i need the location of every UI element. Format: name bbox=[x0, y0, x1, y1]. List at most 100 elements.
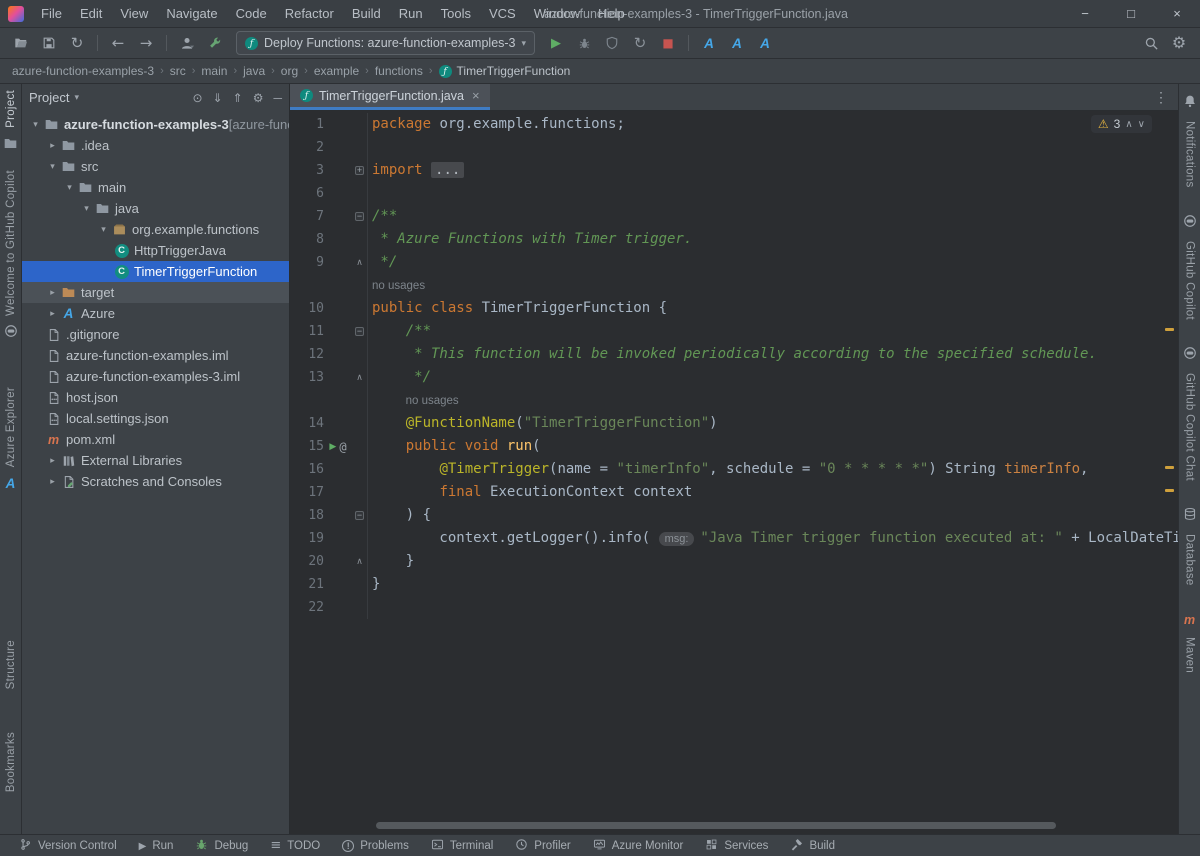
warning-stripe-mark[interactable] bbox=[1165, 328, 1174, 331]
tree-item-src[interactable]: ▾src bbox=[22, 156, 289, 177]
warning-stripe-mark[interactable] bbox=[1165, 466, 1174, 469]
code-line[interactable]: 11− /** bbox=[290, 320, 1178, 343]
chevron-down-icon[interactable]: ▾ bbox=[74, 92, 79, 103]
tool-button-notifications[interactable]: Notifications bbox=[1183, 94, 1197, 188]
tool-button-bookmarks[interactable]: Bookmarks bbox=[5, 732, 17, 792]
statusbar-problems[interactable]: !Problems bbox=[333, 835, 418, 856]
expand-all-icon[interactable]: ⇓ bbox=[213, 91, 223, 105]
menu-tools[interactable]: Tools bbox=[432, 0, 480, 27]
code-line[interactable]: 16 @TimerTrigger(name = "timerInfo", sch… bbox=[290, 458, 1178, 481]
maximize-icon[interactable]: □ bbox=[1108, 0, 1154, 27]
menu-view[interactable]: View bbox=[111, 0, 157, 27]
tree-item-scratches-and-consoles[interactable]: ▸Scratches and Consoles bbox=[22, 471, 289, 492]
fold-collapse-icon[interactable]: − bbox=[355, 511, 364, 520]
chevron-right-icon[interactable]: ▸ bbox=[45, 287, 60, 298]
breadcrumb-item[interactable]: functions bbox=[373, 64, 425, 78]
chevron-down-icon[interactable]: ▾ bbox=[96, 224, 111, 235]
coverage-button[interactable] bbox=[599, 31, 625, 55]
tree-item-azure[interactable]: ▸AAzure bbox=[22, 303, 289, 324]
menu-edit[interactable]: Edit bbox=[71, 0, 111, 27]
code-line[interactable]: 2 bbox=[290, 136, 1178, 159]
play-button[interactable]: ▶ bbox=[543, 31, 569, 55]
fold-marker-icon[interactable]: ∧ bbox=[352, 251, 368, 274]
tree-item-target[interactable]: ▸target bbox=[22, 282, 289, 303]
statusbar-azure-monitor[interactable]: Azure Monitor bbox=[584, 835, 693, 856]
fold-collapse-icon[interactable]: − bbox=[355, 327, 364, 336]
debug-button[interactable] bbox=[571, 31, 597, 55]
breadcrumb-item[interactable]: main bbox=[199, 64, 229, 78]
user-button[interactable] bbox=[174, 31, 200, 55]
code-editor[interactable]: 1package org.example.functions;23+import… bbox=[290, 111, 1178, 834]
code-line[interactable]: 3+import ... bbox=[290, 159, 1178, 182]
statusbar-debug[interactable]: Debug bbox=[186, 835, 257, 856]
breadcrumb-item[interactable]: azure-function-examples-3 bbox=[10, 64, 156, 78]
tree-item--gitignore[interactable]: .gitignore bbox=[22, 324, 289, 345]
azure3-button[interactable]: A bbox=[752, 31, 778, 55]
tool-button-project[interactable]: Project bbox=[3, 90, 18, 156]
code-line[interactable]: 22 bbox=[290, 596, 1178, 619]
fold-marker-icon[interactable]: ∧ bbox=[352, 550, 368, 573]
statusbar-terminal[interactable]: Terminal bbox=[422, 835, 502, 856]
save-button[interactable] bbox=[36, 31, 62, 55]
prev-warning-icon[interactable]: ∧ bbox=[1125, 119, 1132, 130]
code-line[interactable]: 1package org.example.functions; bbox=[290, 113, 1178, 136]
menu-vcs[interactable]: VCS bbox=[480, 0, 525, 27]
run-gutter-icon[interactable]: ▶ bbox=[329, 441, 336, 452]
code-line[interactable]: 7−/** bbox=[290, 205, 1178, 228]
next-warning-icon[interactable]: ∨ bbox=[1138, 119, 1145, 130]
tree-item-azure-function-examples-3-iml[interactable]: azure-function-examples-3.iml bbox=[22, 366, 289, 387]
close-icon[interactable]: × bbox=[472, 88, 480, 103]
code-line[interactable]: 12 * This function will be invoked perio… bbox=[290, 343, 1178, 366]
code-line[interactable]: 15▶@ public void run( bbox=[290, 435, 1178, 458]
chevron-down-icon[interactable]: ▾ bbox=[79, 203, 94, 214]
tool-button-database[interactable]: Database bbox=[1183, 507, 1197, 586]
tree-item-local-settings-json[interactable]: local.settings.json bbox=[22, 408, 289, 429]
close-icon[interactable]: × bbox=[1154, 0, 1200, 27]
breadcrumb-item[interactable]: org bbox=[279, 64, 300, 78]
code-line[interactable]: 8 * Azure Functions with Timer trigger. bbox=[290, 228, 1178, 251]
statusbar-profiler[interactable]: Profiler bbox=[506, 835, 579, 856]
hide-icon[interactable]: ─ bbox=[273, 91, 282, 105]
code-line[interactable]: 14 @FunctionName("TimerTriggerFunction") bbox=[290, 412, 1178, 435]
fold-collapse-icon[interactable]: − bbox=[355, 212, 364, 221]
tool-button-maven[interactable]: mMaven bbox=[1184, 611, 1196, 673]
wrench-button[interactable] bbox=[202, 31, 228, 55]
breadcrumb-item[interactable]: src bbox=[168, 64, 188, 78]
collapse-all-icon[interactable]: ⇑ bbox=[233, 91, 243, 105]
tree-item-azure-function-examples-iml[interactable]: azure-function-examples.iml bbox=[22, 345, 289, 366]
sync-button[interactable]: ↻ bbox=[64, 31, 90, 55]
menu-code[interactable]: Code bbox=[227, 0, 276, 27]
code-line[interactable]: 20∧ } bbox=[290, 550, 1178, 573]
fold-marker-icon[interactable]: − bbox=[352, 320, 368, 343]
tool-button-copilot-welcome[interactable]: Welcome to GitHub Copilot bbox=[4, 170, 18, 343]
tool-button-github-copilot[interactable]: GitHub Copilot bbox=[1183, 214, 1197, 320]
tool-button-github-copilot-chat[interactable]: GitHub Copilot Chat bbox=[1183, 346, 1197, 481]
fold-end-icon[interactable]: ∧ bbox=[356, 556, 363, 567]
fold-marker-icon[interactable]: ∧ bbox=[352, 366, 368, 389]
menu-build[interactable]: Build bbox=[343, 0, 390, 27]
tree-item--idea[interactable]: ▸.idea bbox=[22, 135, 289, 156]
horizontal-scrollbar[interactable] bbox=[376, 822, 1056, 829]
statusbar-run[interactable]: ▶Run bbox=[130, 835, 183, 856]
tree-item-main[interactable]: ▾main bbox=[22, 177, 289, 198]
code-line[interactable]: 17 final ExecutionContext context bbox=[290, 481, 1178, 504]
code-line[interactable]: 18− ) { bbox=[290, 504, 1178, 527]
fold-marker-icon[interactable]: − bbox=[352, 205, 368, 228]
statusbar-build[interactable]: Build bbox=[781, 835, 844, 856]
code-line[interactable]: 9∧ */ bbox=[290, 251, 1178, 274]
fold-end-icon[interactable]: ∧ bbox=[356, 257, 363, 268]
tree-item-host-json[interactable]: host.json bbox=[22, 387, 289, 408]
chevron-down-icon[interactable]: ▾ bbox=[28, 119, 43, 130]
breadcrumb-item[interactable]: java bbox=[241, 64, 267, 78]
chevron-down-icon[interactable]: ▾ bbox=[62, 182, 77, 193]
usages-hint[interactable]: no usages bbox=[372, 395, 459, 407]
code-line[interactable]: 21} bbox=[290, 573, 1178, 596]
stop-button[interactable]: ■ bbox=[655, 31, 681, 55]
fold-end-icon[interactable]: ∧ bbox=[356, 372, 363, 383]
minimize-icon[interactable]: − bbox=[1062, 0, 1108, 27]
tree-item-org-example-functions[interactable]: ▾org.example.functions bbox=[22, 219, 289, 240]
statusbar-todo[interactable]: ≡TODO bbox=[261, 835, 329, 856]
code-line[interactable]: 6 bbox=[290, 182, 1178, 205]
folded-code[interactable]: ... bbox=[431, 162, 464, 178]
inspections-widget[interactable]: ⚠ 3 ∧ ∨ bbox=[1091, 115, 1152, 133]
